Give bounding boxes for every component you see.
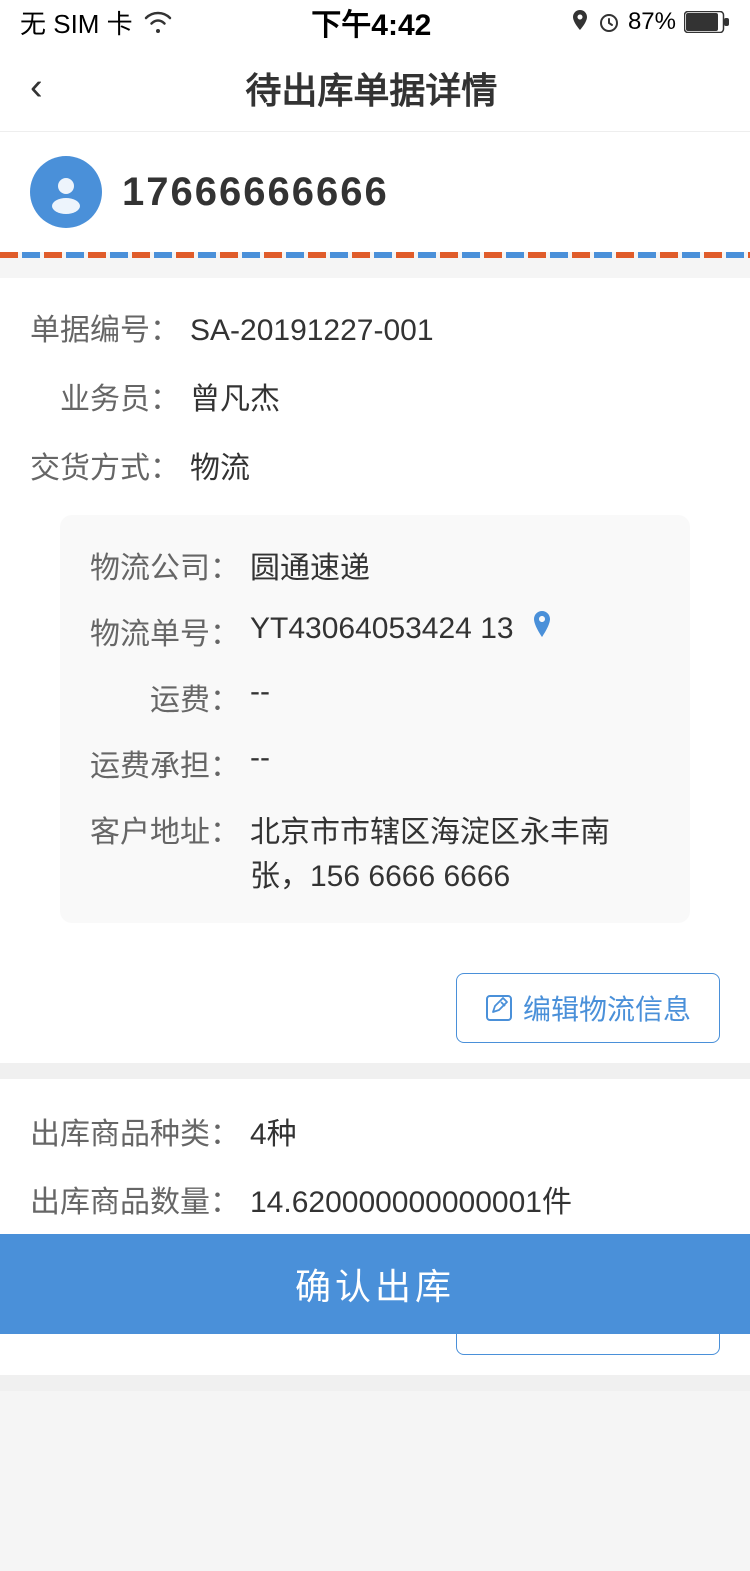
product-quantity-label: 出库商品数量： bbox=[30, 1177, 250, 1221]
logistics-card: 物流公司： 圆通速递 物流单号： YT43064053424 13 运费： --… bbox=[60, 515, 690, 923]
confirm-bar[interactable]: 确认出库 bbox=[0, 1234, 750, 1334]
freight-label: 运费： bbox=[90, 675, 250, 719]
carrier-text: 无 SIM 卡 bbox=[20, 4, 133, 41]
product-quantity-value: 14.620000000000001件 bbox=[250, 1177, 720, 1221]
page-title: 待出库单据详情 bbox=[63, 62, 680, 114]
product-type-label: 出库商品种类： bbox=[30, 1109, 250, 1153]
status-time: 下午4:42 bbox=[311, 0, 431, 44]
product-type-row: 出库商品种类： 4种 bbox=[30, 1109, 720, 1153]
alarm-icon bbox=[598, 10, 620, 34]
logistics-tracking-label: 物流单号： bbox=[90, 609, 250, 653]
product-type-value: 4种 bbox=[250, 1109, 720, 1153]
freight-bearer-row: 运费承担： -- bbox=[90, 741, 660, 785]
logistics-tracking-row: 物流单号： YT43064053424 13 bbox=[90, 609, 660, 653]
avatar bbox=[30, 156, 102, 228]
bottom-space bbox=[0, 1391, 750, 1571]
delivery-row: 交货方式： 物流 bbox=[30, 446, 720, 491]
customer-phone: 17666666666 bbox=[122, 170, 389, 215]
freight-bearer-label: 运费承担： bbox=[90, 741, 250, 785]
edit-logistics-button[interactable]: 编辑物流信息 bbox=[456, 973, 720, 1043]
section-divider-1 bbox=[0, 1063, 750, 1079]
battery-text: 87% bbox=[628, 8, 676, 36]
status-bar: 无 SIM 卡 下午4:42 87% bbox=[0, 0, 750, 44]
wifi-icon bbox=[143, 11, 173, 33]
salesman-label: 业务员： bbox=[30, 377, 190, 422]
location-active-icon bbox=[570, 10, 590, 34]
edit-logistics-label: 编辑物流信息 bbox=[523, 988, 691, 1028]
customer-header: 17666666666 bbox=[0, 132, 750, 252]
freight-bearer-value: -- bbox=[250, 741, 660, 775]
dashed-divider bbox=[0, 252, 750, 258]
back-button[interactable]: ‹ bbox=[30, 66, 43, 109]
freight-row: 运费： -- bbox=[90, 675, 660, 719]
salesman-row: 业务员： 曾凡杰 bbox=[30, 377, 720, 422]
status-right: 87% bbox=[570, 8, 730, 36]
salesman-value: 曾凡杰 bbox=[190, 377, 720, 422]
document-number-row: 单据编号： SA-20191227-001 bbox=[30, 308, 720, 353]
address-value: 北京市市辖区海淀区永丰南 张，156 6666 6666 bbox=[250, 807, 660, 895]
product-quantity-row: 出库商品数量： 14.620000000000001件 bbox=[30, 1177, 720, 1221]
address-label: 客户地址： bbox=[90, 807, 250, 851]
document-number-value: SA-20191227-001 bbox=[190, 308, 720, 353]
nav-bar: ‹ 待出库单据详情 bbox=[0, 44, 750, 132]
edit-button-row: 编辑物流信息 bbox=[0, 963, 750, 1063]
logistics-company-label: 物流公司： bbox=[90, 543, 250, 587]
delivery-value: 物流 bbox=[190, 446, 720, 491]
status-left: 无 SIM 卡 bbox=[20, 4, 173, 41]
document-number-label: 单据编号： bbox=[30, 308, 190, 353]
logistics-company-value: 圆通速递 bbox=[250, 543, 660, 587]
edit-icon bbox=[485, 994, 513, 1022]
freight-value: -- bbox=[250, 675, 660, 709]
logistics-tracking-value: YT43064053424 13 bbox=[250, 609, 660, 649]
logistics-company-row: 物流公司： 圆通速递 bbox=[90, 543, 660, 587]
address-row: 客户地址： 北京市市辖区海淀区永丰南 张，156 6666 6666 bbox=[90, 807, 660, 895]
tracking-location-icon bbox=[526, 609, 558, 649]
confirm-button-label: 确认出库 bbox=[295, 1258, 455, 1310]
document-info-section: 单据编号： SA-20191227-001 业务员： 曾凡杰 交货方式： 物流 … bbox=[0, 278, 750, 963]
section-divider-2 bbox=[0, 1375, 750, 1391]
user-icon bbox=[44, 170, 88, 214]
battery-icon bbox=[684, 11, 730, 33]
delivery-label: 交货方式： bbox=[30, 446, 190, 491]
